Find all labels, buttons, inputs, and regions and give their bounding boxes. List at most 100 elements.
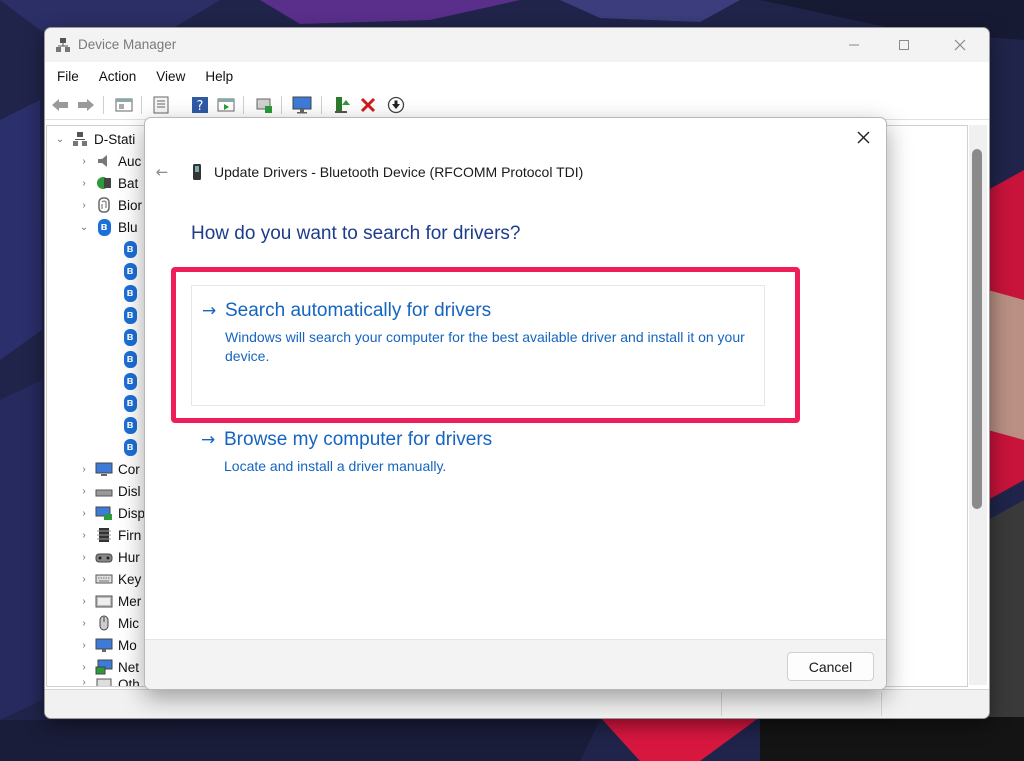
update-driver-icon[interactable] [332, 95, 352, 115]
dialog-close-button[interactable] [851, 126, 875, 148]
tree-category[interactable]: › Bat [79, 172, 138, 194]
option-description: Windows will search your computer for th… [225, 329, 745, 364]
tree-device-bluetooth[interactable]: ʙ [115, 436, 144, 458]
chevron-right-icon[interactable]: › [79, 464, 89, 475]
tree-category[interactable]: › Disl [79, 480, 140, 502]
menu-view[interactable]: View [146, 69, 195, 84]
tree-category[interactable]: › Mic [79, 612, 139, 634]
tree-device-bluetooth[interactable]: ʙ [115, 414, 144, 436]
back-arrow-icon[interactable] [50, 95, 70, 115]
scan-hardware-icon[interactable] [254, 95, 274, 115]
menu-help[interactable]: Help [195, 69, 243, 84]
memory-icon [95, 592, 113, 610]
tree-category-label: Auc [118, 153, 142, 169]
browse-computer-option[interactable]: → Browse my computer for drivers Locate … [191, 422, 763, 482]
maximize-button[interactable] [881, 28, 927, 62]
tree-category-label: Bior [118, 197, 143, 213]
menu-action[interactable]: Action [89, 69, 147, 84]
tree-category[interactable]: › Mer [79, 590, 141, 612]
chevron-right-icon[interactable]: › [79, 640, 89, 651]
tree-device-bluetooth[interactable]: ʙ [115, 260, 144, 282]
tree-category-label: Net [118, 659, 140, 675]
tree-category-bluetooth[interactable]: ⌄ ʙ Blu [79, 216, 138, 238]
chevron-down-icon[interactable]: ⌄ [55, 134, 65, 145]
chevron-right-icon[interactable]: › [79, 156, 89, 167]
bluetooth-icon: ʙ [121, 262, 139, 280]
tree-category[interactable]: › Net [79, 656, 139, 678]
properties-icon[interactable] [151, 95, 171, 115]
tree-category[interactable]: › Oth [79, 677, 140, 686]
close-icon [857, 131, 869, 143]
tree-category[interactable]: › Auc [79, 150, 141, 172]
option-title: Browse my computer for drivers [224, 429, 493, 450]
tree-device-bluetooth[interactable]: ʙ [115, 370, 144, 392]
disable-device-icon[interactable] [386, 95, 406, 115]
back-arrow-icon[interactable]: ← [153, 163, 171, 181]
chevron-right-icon[interactable]: › [79, 508, 89, 519]
arrow-right-icon: → [202, 301, 217, 321]
scroll-thumb[interactable] [972, 149, 982, 509]
disk-drive-icon [95, 482, 113, 500]
tree-device-bluetooth[interactable]: ʙ [115, 238, 144, 260]
close-window-button[interactable] [937, 28, 983, 62]
bluetooth-icon: ʙ [121, 394, 139, 412]
tree-category[interactable]: › Bior [79, 194, 142, 216]
show-hide-console-tree-icon[interactable] [114, 95, 134, 115]
window-title: Device Manager [78, 37, 177, 52]
device-manager-icon [55, 37, 71, 53]
tree-device-bluetooth[interactable]: ʙ [115, 392, 144, 414]
chevron-right-icon[interactable]: › [79, 552, 89, 563]
menu-file[interactable]: File [47, 69, 89, 84]
tree-category-label: Firn [118, 527, 142, 543]
close-icon [954, 39, 966, 51]
tree-device-bluetooth[interactable]: ʙ [115, 282, 144, 304]
minimize-button[interactable] [831, 28, 877, 62]
tree-category[interactable]: › Cor [79, 458, 140, 480]
chevron-down-icon[interactable]: ⌄ [79, 222, 89, 233]
bluetooth-icon: ʙ [121, 372, 139, 390]
tree-root[interactable]: ⌄ D-Stati [55, 128, 135, 150]
tree-device-bluetooth[interactable]: ʙ [115, 348, 144, 370]
chevron-right-icon[interactable]: › [79, 574, 89, 585]
bluetooth-icon: ʙ [121, 240, 139, 258]
monitor-icon [95, 636, 113, 654]
chevron-right-icon[interactable]: › [79, 596, 89, 607]
chevron-right-icon[interactable]: › [79, 677, 89, 686]
tree-device-bluetooth[interactable]: ʙ [115, 304, 144, 326]
tree-device-bluetooth[interactable]: ʙ [115, 326, 144, 348]
cancel-button[interactable]: Cancel [787, 652, 874, 681]
tree-category[interactable]: › Hur [79, 546, 139, 568]
other-devices-icon [95, 677, 113, 686]
tree-category[interactable]: › Mo [79, 634, 136, 656]
svg-text:?: ? [197, 99, 204, 114]
tree-category[interactable]: › Disp [79, 502, 145, 524]
help-icon[interactable]: ? [190, 95, 210, 115]
bluetooth-icon: ʙ [121, 328, 139, 346]
bluetooth-icon: ʙ [95, 218, 113, 236]
keyboard-icon [95, 570, 113, 588]
monitor-icon[interactable] [292, 95, 312, 115]
mouse-icon [95, 614, 113, 632]
forward-arrow-icon[interactable] [76, 95, 96, 115]
tree-category[interactable]: › Key [79, 568, 141, 590]
option-description: Locate and install a driver manually. [224, 458, 447, 474]
chevron-right-icon[interactable]: › [79, 530, 89, 541]
tree-scrollbar[interactable] [969, 125, 987, 685]
update-drivers-dialog: ← Update Drivers - Bluetooth Device (RFC… [144, 117, 887, 690]
arrow-right-icon: → [201, 430, 216, 450]
tree-category-label: Disp [118, 505, 146, 521]
search-automatically-option[interactable]: → Search automatically for drivers Windo… [191, 285, 765, 406]
tree-category[interactable]: › Firn [79, 524, 141, 546]
tree-category-label: Cor [118, 461, 140, 477]
chevron-right-icon[interactable]: › [79, 618, 89, 629]
chevron-right-icon[interactable]: › [79, 486, 89, 497]
chevron-right-icon[interactable]: › [79, 178, 89, 189]
uninstall-icon[interactable] [358, 95, 378, 115]
firmware-icon [95, 526, 113, 544]
tree-category-label: Key [118, 571, 142, 587]
computer-icon [71, 130, 89, 148]
view-icon[interactable] [216, 95, 236, 115]
chevron-right-icon[interactable]: › [79, 662, 89, 673]
chevron-right-icon[interactable]: › [79, 200, 89, 211]
bluetooth-icon: ʙ [121, 438, 139, 456]
